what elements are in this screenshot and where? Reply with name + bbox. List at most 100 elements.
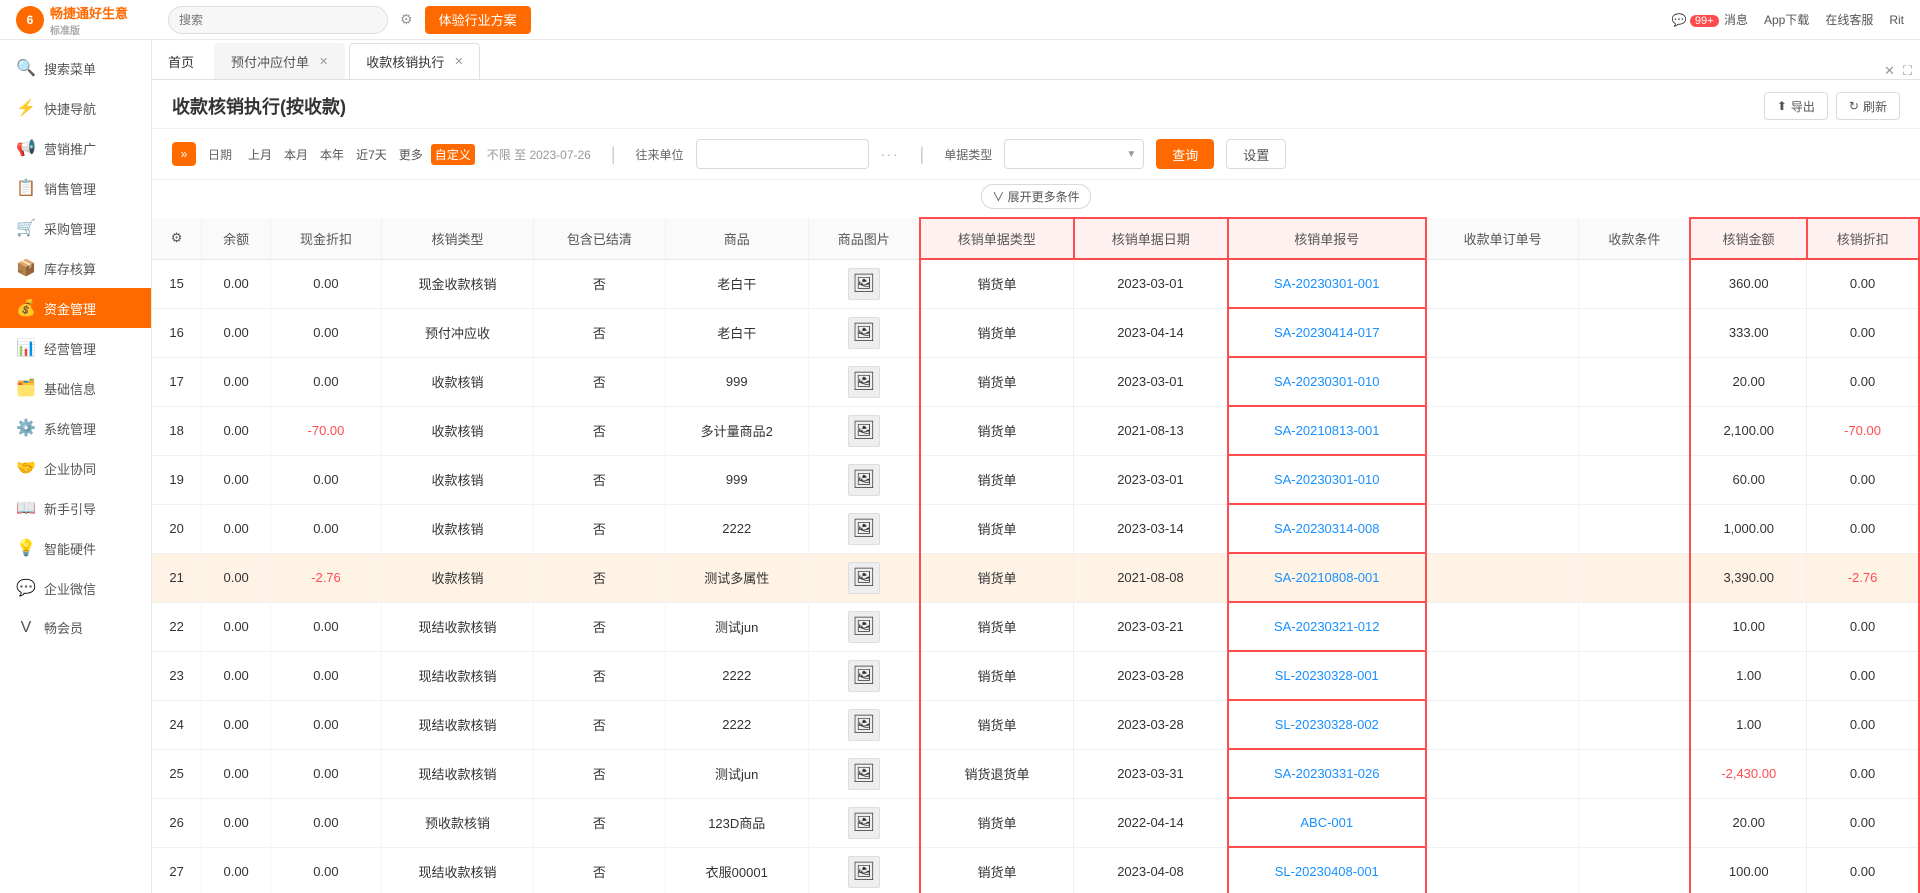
td-cancel-doc-no[interactable]: SA-20230301-010 (1228, 455, 1426, 504)
td-cancel-doc-no[interactable]: SA-20230321-012 (1228, 602, 1426, 651)
td-balance: 0.00 (202, 651, 271, 700)
sidebar-item-system[interactable]: ⚙️ 系统管理 (0, 408, 151, 448)
date-last-month[interactable]: 上月 (244, 144, 276, 165)
sidebar-item-collaboration[interactable]: 🤝 企业协同 (0, 448, 151, 488)
cancel-doc-no-link[interactable]: ABC-001 (1300, 815, 1353, 830)
td-cancel-doc-no[interactable]: SL-20230328-002 (1228, 700, 1426, 749)
sidebar-item-operations[interactable]: 📊 经营管理 (0, 328, 151, 368)
td-cancel-amount: 100.00 (1690, 847, 1806, 893)
app-download-link[interactable]: App下载 (1764, 11, 1809, 28)
sidebar-item-wechat[interactable]: 💬 企业微信 (0, 568, 151, 608)
cancel-doc-no-link[interactable]: SA-20210808-001 (1274, 570, 1380, 585)
date-custom[interactable]: 自定义 (431, 144, 475, 165)
td-include-settled: 否 (534, 504, 666, 553)
td-row-id: 26 (152, 798, 202, 847)
search-input[interactable] (168, 6, 388, 34)
query-button[interactable]: 查询 (1156, 139, 1214, 169)
cancel-doc-no-link[interactable]: SA-20210813-001 (1274, 423, 1380, 438)
sidebar-item-guide[interactable]: 📖 新手引导 (0, 488, 151, 528)
td-receipt-order-no (1426, 406, 1579, 455)
td-cancel-doc-no[interactable]: SL-20230328-001 (1228, 651, 1426, 700)
filter-expand-button[interactable]: » (172, 142, 196, 166)
date-7-days[interactable]: 近7天 (352, 144, 391, 165)
td-receipt-condition (1579, 798, 1690, 847)
td-goods-img: 🖼 (808, 308, 919, 357)
cancel-doc-no-link[interactable]: SL-20230328-001 (1275, 668, 1379, 683)
td-cash-discount: 0.00 (271, 798, 382, 847)
user-name[interactable]: Rit (1889, 13, 1904, 27)
table-body: 15 0.00 0.00 现金收款核销 否 老白干 🖼 销货单 2023-03-… (152, 259, 1919, 893)
cancel-doc-no-link[interactable]: SL-20230328-002 (1275, 717, 1379, 732)
table-row: 17 0.00 0.00 收款核销 否 999 🖼 销货单 2023-03-01… (152, 357, 1919, 406)
td-receipt-order-no (1426, 798, 1579, 847)
main-content: 首页 预付冲应付单 ✕ 收款核销执行 ✕ ✕ ⛶ 收款核销执行(按收款) (152, 40, 1920, 893)
sidebar-item-inventory[interactable]: 📦 库存核算 (0, 248, 151, 288)
sidebar-item-sales[interactable]: 📋 销售管理 (0, 168, 151, 208)
sidebar-item-quick[interactable]: ⚡ 快捷导航 (0, 88, 151, 128)
sidebar-item-member[interactable]: V 畅会员 (0, 608, 151, 647)
sidebar-label-finance: 资金管理 (44, 299, 96, 318)
tab-prepay-close[interactable]: ✕ (319, 55, 328, 68)
refresh-button[interactable]: ↻ 刷新 (1836, 92, 1900, 120)
td-cancel-doc-type: 销货单 (920, 455, 1074, 504)
td-cancel-discount: 0.00 (1807, 602, 1919, 651)
cancel-doc-no-link[interactable]: SA-20230414-017 (1274, 325, 1380, 340)
sidebar-label-basic: 基础信息 (44, 379, 96, 398)
td-receipt-condition (1579, 553, 1690, 602)
td-cancel-doc-no[interactable]: SL-20230408-001 (1228, 847, 1426, 893)
export-button[interactable]: ⬆ 导出 (1764, 92, 1828, 120)
cancel-doc-no-link[interactable]: SA-20230314-008 (1274, 521, 1380, 536)
from-unit-input[interactable] (696, 139, 869, 169)
sidebar-item-purchase[interactable]: 🛒 采购管理 (0, 208, 151, 248)
td-goods: 999 (665, 455, 808, 504)
sidebar-item-hardware[interactable]: 💡 智能硬件 (0, 528, 151, 568)
td-include-settled: 否 (534, 259, 666, 308)
td-cancel-doc-no[interactable]: SA-20230314-008 (1228, 504, 1426, 553)
tabs-actions: ✕ ⛶ (1884, 63, 1920, 79)
date-this-month[interactable]: 本月 (280, 144, 312, 165)
date-more[interactable]: 更多 (395, 144, 427, 165)
td-cancel-doc-no[interactable]: ABC-001 (1228, 798, 1426, 847)
sidebar-label-operations: 经营管理 (44, 339, 96, 358)
cancel-doc-no-link[interactable]: SA-20230301-001 (1274, 276, 1380, 291)
td-cancel-doc-no[interactable]: SA-20230301-010 (1228, 357, 1426, 406)
settings-icon[interactable]: ⚙ (400, 11, 413, 28)
tab-close-all-icon[interactable]: ✕ (1884, 63, 1895, 79)
expand-more-button[interactable]: ∨ 展开更多条件 (981, 184, 1090, 209)
cancel-doc-no-link[interactable]: SA-20230321-012 (1274, 619, 1380, 634)
sidebar-item-marketing[interactable]: 📢 营销推广 (0, 128, 151, 168)
td-balance: 0.00 (202, 847, 271, 893)
tab-maximize-icon[interactable]: ⛶ (1903, 63, 1912, 79)
td-cancel-doc-no[interactable]: SA-20210808-001 (1228, 553, 1426, 602)
td-cancel-doc-no[interactable]: SA-20230301-001 (1228, 259, 1426, 308)
cancel-doc-no-link[interactable]: SA-20230301-010 (1274, 472, 1380, 487)
td-cancel-doc-type: 销货单 (920, 651, 1074, 700)
settings-button[interactable]: 设置 (1226, 139, 1286, 169)
receipt-type-select[interactable] (1004, 139, 1144, 169)
td-cancel-doc-date: 2021-08-08 (1074, 553, 1228, 602)
sidebar-item-search[interactable]: 🔍 搜索菜单 (0, 48, 151, 88)
industry-solution-button[interactable]: 体验行业方案 (425, 6, 531, 34)
td-goods-img: 🖼 (808, 798, 919, 847)
table-row: 16 0.00 0.00 预付冲应收 否 老白干 🖼 销货单 2023-04-1… (152, 308, 1919, 357)
notification-area[interactable]: 💬 99+ 消息 (1672, 11, 1748, 28)
td-cancel-doc-type: 销货单 (920, 406, 1074, 455)
td-cancel-amount: 1,000.00 (1690, 504, 1806, 553)
tab-receipt-cancel[interactable]: 收款核销执行 ✕ (349, 43, 480, 79)
cancel-doc-no-link[interactable]: SA-20230331-026 (1274, 766, 1380, 781)
sidebar-item-finance[interactable]: 💰 资金管理 (0, 288, 151, 328)
tab-home[interactable]: 首页 (152, 43, 210, 79)
sidebar-item-basic[interactable]: 🗂️ 基础信息 (0, 368, 151, 408)
date-this-year[interactable]: 本年 (316, 144, 348, 165)
tab-prepay[interactable]: 预付冲应付单 ✕ (214, 43, 345, 79)
td-cancel-doc-no[interactable]: SA-20210813-001 (1228, 406, 1426, 455)
td-cancel-doc-no[interactable]: SA-20230414-017 (1228, 308, 1426, 357)
td-cancel-doc-no[interactable]: SA-20230331-026 (1228, 749, 1426, 798)
cancel-doc-no-link[interactable]: SA-20230301-010 (1274, 374, 1380, 389)
cancel-doc-no-link[interactable]: SL-20230408-001 (1275, 864, 1379, 879)
td-cash-discount: 0.00 (271, 455, 382, 504)
tab-receipt-cancel-close[interactable]: ✕ (454, 55, 463, 68)
td-cancel-amount: -2,430.00 (1690, 749, 1806, 798)
td-receipt-condition (1579, 602, 1690, 651)
online-service-link[interactable]: 在线客服 (1825, 11, 1873, 28)
